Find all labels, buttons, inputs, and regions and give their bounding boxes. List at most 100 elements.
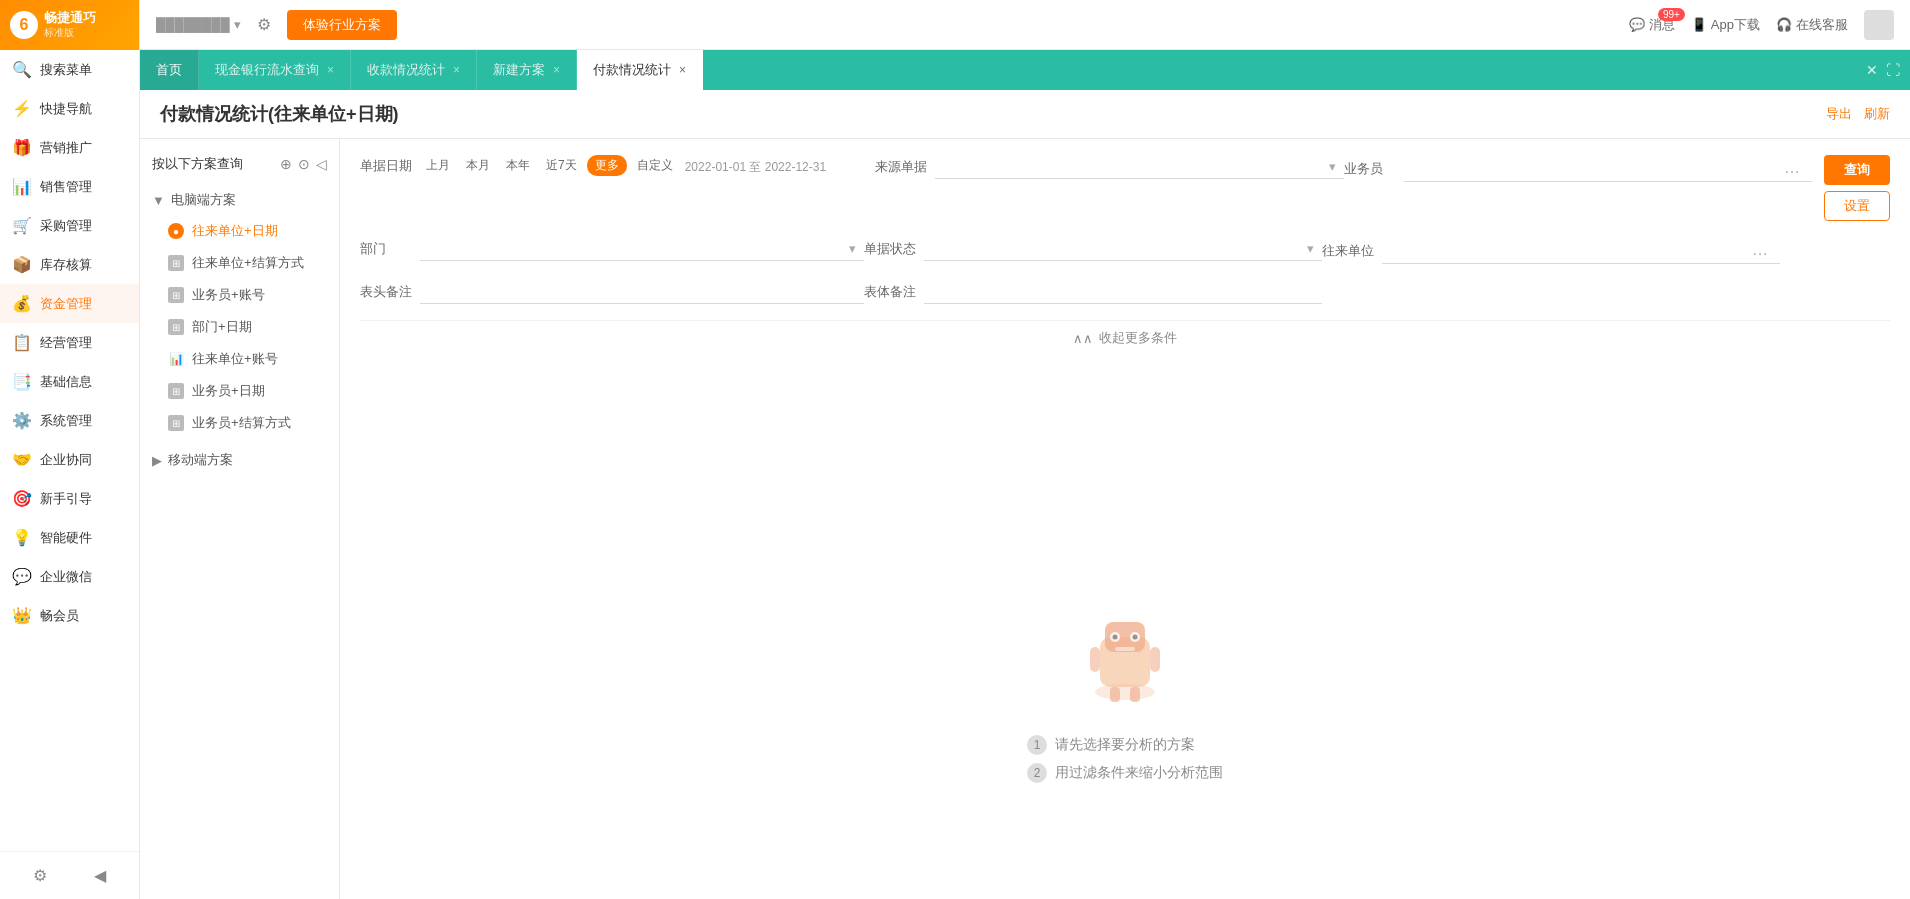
tab-new-scheme[interactable]: 新建方案 × <box>477 50 577 90</box>
page-body: 按以下方案查询 ⊕ ⊙ ◁ ▼ 电脑端方案 ● 往来单位+日期 <box>140 139 1910 899</box>
sidebar-item-operations[interactable]: 📋 经营管理 <box>0 323 139 362</box>
doc-status-select[interactable]: ▾ <box>924 237 1322 261</box>
sidebar-item-label: 系统管理 <box>40 412 92 430</box>
header-note-input[interactable] <box>420 280 864 304</box>
export-button[interactable]: 导出 <box>1826 105 1852 123</box>
date-label: 单据日期 <box>360 157 412 175</box>
sidebar: 6 畅捷通巧 标准版 🔍 搜索菜单 ⚡ 快捷导航 🎁 营销推广 📊 销售管理 🛒… <box>0 0 140 899</box>
user-avatar[interactable] <box>1864 10 1894 40</box>
scheme-group-desktop-header[interactable]: ▼ 电脑端方案 <box>140 185 339 215</box>
company-selector[interactable]: ████████ ▾ <box>156 17 241 32</box>
page-title: 付款情况统计(往来单位+日期) <box>160 102 399 126</box>
sidebar-item-wechat[interactable]: 💬 企业微信 <box>0 557 139 596</box>
tab-cash-flow-label: 现金银行流水查询 <box>215 61 319 79</box>
sidebar-item-basicinfo[interactable]: 📑 基础信息 <box>0 362 139 401</box>
scheme-item-partner-account[interactable]: 📊 往来单位+账号 <box>140 343 339 375</box>
online-service-btn[interactable]: 🎧 在线客服 <box>1776 16 1848 34</box>
partner-label: 往来单位 <box>1322 242 1374 260</box>
dept-select[interactable]: ▾ <box>420 237 864 261</box>
tab-receipts-label: 收款情况统计 <box>367 61 445 79</box>
scheme-item-icon: ⊞ <box>168 383 184 399</box>
tab-expand-btn[interactable]: ⛶ <box>1886 62 1900 78</box>
sidebar-item-marketing[interactable]: 🎁 营销推广 <box>0 128 139 167</box>
scheme-item-salesman-date[interactable]: ⊞ 业务员+日期 <box>140 375 339 407</box>
salesman-more-icon[interactable]: … <box>1780 159 1804 177</box>
settings-bottom-btn[interactable]: ⚙ <box>29 862 51 889</box>
scheme-item-icon: ⊞ <box>168 415 184 431</box>
scheme-collapse-btn[interactable]: ◁ <box>316 156 327 172</box>
svg-rect-10 <box>1110 687 1120 702</box>
tab-payments-close[interactable]: × <box>679 63 686 77</box>
scheme-item-label: 往来单位+结算方式 <box>192 254 304 272</box>
source-doc-select[interactable]: ▾ <box>935 155 1343 179</box>
funds-icon: 💰 <box>12 294 32 313</box>
filter-settings-button[interactable]: 设置 <box>1824 191 1890 221</box>
sidebar-item-member[interactable]: 👑 畅会员 <box>0 596 139 635</box>
tab-new-scheme-close[interactable]: × <box>553 63 560 77</box>
date-btn-lastmonth[interactable]: 上月 <box>420 155 456 176</box>
scheme-item-partner-date[interactable]: ● 往来单位+日期 <box>140 215 339 247</box>
sidebar-item-guide[interactable]: 🎯 新手引导 <box>0 479 139 518</box>
scheme-item-icon: ⊞ <box>168 319 184 335</box>
scheme-item-salesman-account[interactable]: ⊞ 业务员+账号 <box>140 279 339 311</box>
scheme-item-label: 往来单位+日期 <box>192 222 278 240</box>
messages-badge: 99+ <box>1658 8 1685 21</box>
sidebar-item-funds[interactable]: 💰 资金管理 <box>0 284 139 323</box>
date-btn-7days[interactable]: 近7天 <box>540 155 583 176</box>
scheme-settings-btn[interactable]: ⊙ <box>298 156 310 172</box>
scheme-item-partner-settlement[interactable]: ⊞ 往来单位+结算方式 <box>140 247 339 279</box>
refresh-button[interactable]: 刷新 <box>1864 105 1890 123</box>
date-btn-thismonth[interactable]: 本月 <box>460 155 496 176</box>
query-button[interactable]: 查询 <box>1824 155 1890 185</box>
sidebar-item-hardware[interactable]: 💡 智能硬件 <box>0 518 139 557</box>
tab-receipts[interactable]: 收款情况统计 × <box>351 50 477 90</box>
tab-close-btn[interactable]: ✕ <box>1866 62 1878 78</box>
sidebar-item-purchase[interactable]: 🛒 采购管理 <box>0 206 139 245</box>
topbar-settings-icon[interactable]: ⚙ <box>257 15 271 34</box>
collapse-sidebar-btn[interactable]: ◀ <box>90 862 110 889</box>
sidebar-item-search[interactable]: 🔍 搜索菜单 <box>0 50 139 89</box>
header-note-label: 表头备注 <box>360 283 412 301</box>
salesman-select[interactable]: … <box>1404 155 1812 182</box>
sidebar-item-label: 新手引导 <box>40 490 92 508</box>
message-icon: 💬 <box>1629 17 1645 32</box>
dept-filter-item: 部门 ▾ <box>360 237 864 261</box>
tab-home-label: 首页 <box>156 61 182 79</box>
date-btn-more[interactable]: 更多 <box>587 155 627 176</box>
marketing-icon: 🎁 <box>12 138 32 157</box>
quicknav-icon: ⚡ <box>12 99 32 118</box>
sidebar-item-collab[interactable]: 🤝 企业协同 <box>0 440 139 479</box>
partner-select[interactable]: … <box>1382 237 1780 264</box>
page-header: 付款情况统计(往来单位+日期) 导出 刷新 <box>140 90 1910 139</box>
scheme-add-btn[interactable]: ⊕ <box>280 156 292 172</box>
scheme-item-icon: ⊞ <box>168 287 184 303</box>
salesman-filter-item: 业务员 … <box>1344 155 1812 182</box>
tab-home[interactable]: 首页 <box>140 50 199 90</box>
salesman-label: 业务员 <box>1344 160 1396 178</box>
query-btn-group: 查询 设置 <box>1824 155 1890 221</box>
tab-receipts-close[interactable]: × <box>453 63 460 77</box>
messages-btn[interactable]: 💬 消息 99+ <box>1629 16 1675 34</box>
logo-text: 畅捷通巧 标准版 <box>44 10 96 40</box>
scheme-item-salesman-settlement[interactable]: ⊞ 业务员+结算方式 <box>140 407 339 439</box>
sidebar-item-quicknav[interactable]: ⚡ 快捷导航 <box>0 89 139 128</box>
topbar-right: 💬 消息 99+ 📱 App下载 🎧 在线客服 <box>1629 10 1894 40</box>
tip-text-2: 用过滤条件来缩小分析范围 <box>1055 764 1223 782</box>
tab-payments[interactable]: 付款情况统计 × <box>577 50 703 90</box>
sidebar-item-inventory[interactable]: 📦 库存核算 <box>0 245 139 284</box>
tab-cash-flow[interactable]: 现金银行流水查询 × <box>199 50 351 90</box>
partner-more-icon[interactable]: … <box>1748 241 1772 259</box>
sidebar-item-sales[interactable]: 📊 销售管理 <box>0 167 139 206</box>
tab-cash-flow-close[interactable]: × <box>327 63 334 77</box>
date-btn-custom[interactable]: 自定义 <box>631 155 679 176</box>
sidebar-item-system[interactable]: ⚙️ 系统管理 <box>0 401 139 440</box>
app-download-btn[interactable]: 📱 App下载 <box>1691 16 1760 34</box>
scheme-group-mobile-header[interactable]: ▶ 移动端方案 <box>140 445 339 475</box>
body-note-input[interactable] <box>924 280 1322 304</box>
trial-button[interactable]: 体验行业方案 <box>287 10 397 40</box>
sidebar-logo: 6 畅捷通巧 标准版 <box>0 0 139 50</box>
collapse-more-btn[interactable]: ∧∧ 收起更多条件 <box>360 320 1890 355</box>
scheme-item-dept-date[interactable]: ⊞ 部门+日期 <box>140 311 339 343</box>
date-btn-thisyear[interactable]: 本年 <box>500 155 536 176</box>
svg-point-5 <box>1113 634 1118 639</box>
